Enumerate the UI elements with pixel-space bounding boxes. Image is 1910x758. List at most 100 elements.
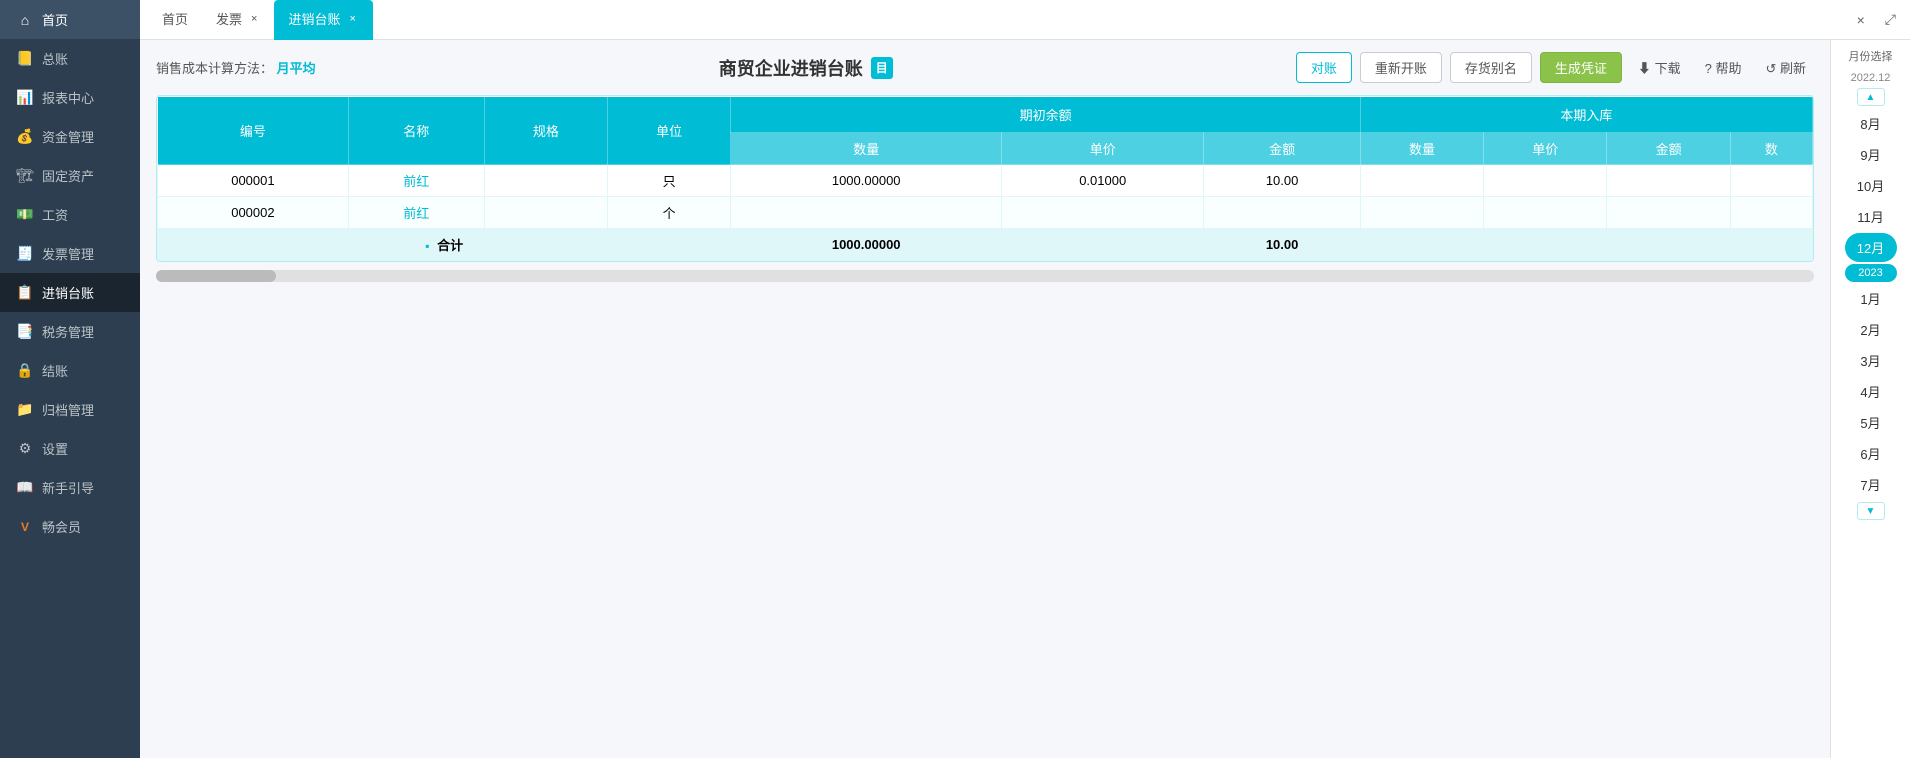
month-7[interactable]: 7月: [1845, 470, 1897, 499]
sidebar-item-label: 资金管理: [42, 127, 94, 146]
title-icon: 目: [871, 57, 893, 79]
month-10[interactable]: 10月: [1845, 171, 1897, 200]
cell-pi-amount: [1607, 165, 1730, 197]
ob-qty-header: 数量: [731, 133, 1002, 165]
sidebar-item-home[interactable]: ⌂ 首页: [0, 0, 140, 39]
cell-spec: [484, 165, 607, 197]
month-9[interactable]: 9月: [1845, 140, 1897, 169]
guide-icon: 📖: [16, 479, 34, 496]
cell-pi-count: [1730, 165, 1812, 197]
month-2[interactable]: 2月: [1845, 315, 1897, 344]
sidebar-item-label: 首页: [42, 10, 68, 29]
col-id-header: 编号: [158, 97, 349, 165]
data-table-container: 编号 名称 规格 单位 期初余额 本期入库 数量 单价 金额 数量: [156, 95, 1814, 262]
archive-icon: 📁: [16, 401, 34, 418]
download-button[interactable]: ⬇ 下载: [1630, 53, 1689, 82]
opening-balance-header: 期初余额: [731, 97, 1361, 133]
tab-home[interactable]: 首页: [148, 0, 202, 40]
reconcile-button[interactable]: 对账: [1296, 52, 1352, 83]
tab-invoice-close[interactable]: ×: [248, 12, 260, 26]
cell-ob-price: [1002, 197, 1204, 229]
action-buttons: 对账 重新开账 存货别名 生成凭证 ⬇ 下载 ? 帮助 ↺ 刷新: [1296, 52, 1814, 83]
cell-ob-amount: [1204, 197, 1361, 229]
help-label: 帮助: [1715, 61, 1741, 76]
window-close-button[interactable]: ×: [1851, 10, 1871, 30]
cell-pi-count: [1730, 197, 1812, 229]
month-panel: 月份选择 2022.12 ▲ 8月 9月 10月 11月 12月 2023 1月…: [1830, 40, 1910, 758]
sidebar-item-label: 归档管理: [42, 400, 94, 419]
month-12[interactable]: 12月: [1845, 233, 1897, 262]
window-maximize-button[interactable]: ⤢: [1879, 9, 1902, 30]
sidebar-item-invoice-mgr[interactable]: 🧾 发票管理: [0, 234, 140, 273]
generate-voucher-button[interactable]: 生成凭证: [1540, 52, 1622, 83]
sidebar-item-salary[interactable]: 💵 工资: [0, 195, 140, 234]
refresh-button[interactable]: ↺ 刷新: [1757, 53, 1814, 82]
col-unit-header: 单位: [608, 97, 731, 165]
sidebar-item-close[interactable]: 🔒 结账: [0, 351, 140, 390]
ob-amount-header: 金额: [1204, 133, 1361, 165]
total-icon: ▪: [425, 239, 429, 253]
month-8[interactable]: 8月: [1845, 109, 1897, 138]
scroll-up-button[interactable]: ▲: [1857, 88, 1885, 106]
product-link[interactable]: 前红: [403, 174, 429, 189]
sidebar-item-settings[interactable]: ⚙ 设置: [0, 429, 140, 468]
reopen-button[interactable]: 重新开账: [1360, 52, 1442, 83]
invoice-mgr-icon: 🧾: [16, 245, 34, 262]
month-1[interactable]: 1月: [1845, 284, 1897, 313]
cost-method-label: 销售成本计算方法： 月平均: [156, 58, 316, 77]
sidebar-item-assets[interactable]: 🏗 固定资产: [0, 156, 140, 195]
total-pi-amount: [1607, 229, 1730, 261]
purchase-sales-icon: 📋: [16, 284, 34, 301]
tab-invoice[interactable]: 发票 ×: [202, 0, 274, 40]
tab-purchase-sales[interactable]: 进销台账 ×: [274, 0, 372, 40]
tab-purchase-sales-label: 进销台账: [288, 9, 340, 28]
cell-pi-price: [1484, 165, 1607, 197]
month-11[interactable]: 11月: [1845, 202, 1897, 231]
cell-id: 000002: [158, 197, 349, 229]
month-4[interactable]: 4月: [1845, 377, 1897, 406]
sidebar-item-label: 总账: [42, 49, 68, 68]
sidebar-item-label: 新手引导: [42, 478, 94, 497]
cell-ob-qty: 1000.00000: [731, 165, 1002, 197]
close-ledger-icon: 🔒: [16, 362, 34, 379]
total-ob-amount: 10.00: [1204, 229, 1361, 261]
scrollbar-thumb[interactable]: [156, 270, 276, 282]
tab-purchase-sales-close[interactable]: ×: [346, 12, 358, 26]
sidebar-item-archive[interactable]: 📁 归档管理: [0, 390, 140, 429]
scroll-down-button[interactable]: ▼: [1857, 502, 1885, 520]
save-as-button[interactable]: 存货别名: [1450, 52, 1532, 83]
sidebar: ⌂ 首页 📒 总账 📊 报表中心 💰 资金管理 🏗 固定资产 💵 工资 🧾 发票…: [0, 0, 140, 758]
sidebar-item-ledger[interactable]: 📒 总账: [0, 39, 140, 78]
horizontal-scrollbar[interactable]: [156, 270, 1814, 282]
help-button[interactable]: ? 帮助: [1697, 53, 1750, 82]
sidebar-item-tax[interactable]: 📑 税务管理: [0, 312, 140, 351]
total-ob-price: [1002, 229, 1204, 261]
total-label: 合计: [437, 238, 463, 253]
pi-qty-header: 数量: [1360, 133, 1483, 165]
content-area: 销售成本计算方法： 月平均 商贸企业进销台账 目 对账 重新开账 存货别名 生成…: [140, 40, 1910, 758]
refresh-label: 刷新: [1780, 61, 1806, 76]
sidebar-item-label: 进销台账: [42, 283, 94, 302]
col-name-header: 名称: [348, 97, 484, 165]
tab-home-label: 首页: [162, 9, 188, 28]
sidebar-item-reports[interactable]: 📊 报表中心: [0, 78, 140, 117]
pi-price-header: 单价: [1484, 133, 1607, 165]
sidebar-item-purchase-sales[interactable]: 📋 进销台账: [0, 273, 140, 312]
table-row: 000002 前红 个: [158, 197, 1813, 229]
assets-icon: 🏗: [16, 167, 34, 184]
sidebar-item-capital[interactable]: 💰 资金管理: [0, 117, 140, 156]
month-5[interactable]: 5月: [1845, 408, 1897, 437]
total-label-cell: ▪ 合计: [158, 229, 731, 261]
sidebar-item-label: 发票管理: [42, 244, 94, 263]
salary-icon: 💵: [16, 206, 34, 223]
tax-icon: 📑: [16, 323, 34, 340]
cell-id: 000001: [158, 165, 349, 197]
month-3[interactable]: 3月: [1845, 346, 1897, 375]
month-6[interactable]: 6月: [1845, 439, 1897, 468]
sidebar-item-member[interactable]: V 畅会员: [0, 507, 140, 546]
product-link[interactable]: 前红: [403, 206, 429, 221]
sidebar-item-label: 报表中心: [42, 88, 94, 107]
sidebar-item-guide[interactable]: 📖 新手引导: [0, 468, 140, 507]
pi-amount-header: 金额: [1607, 133, 1730, 165]
tab-bar: 首页 发票 × 进销台账 × × ⤢: [140, 0, 1910, 40]
